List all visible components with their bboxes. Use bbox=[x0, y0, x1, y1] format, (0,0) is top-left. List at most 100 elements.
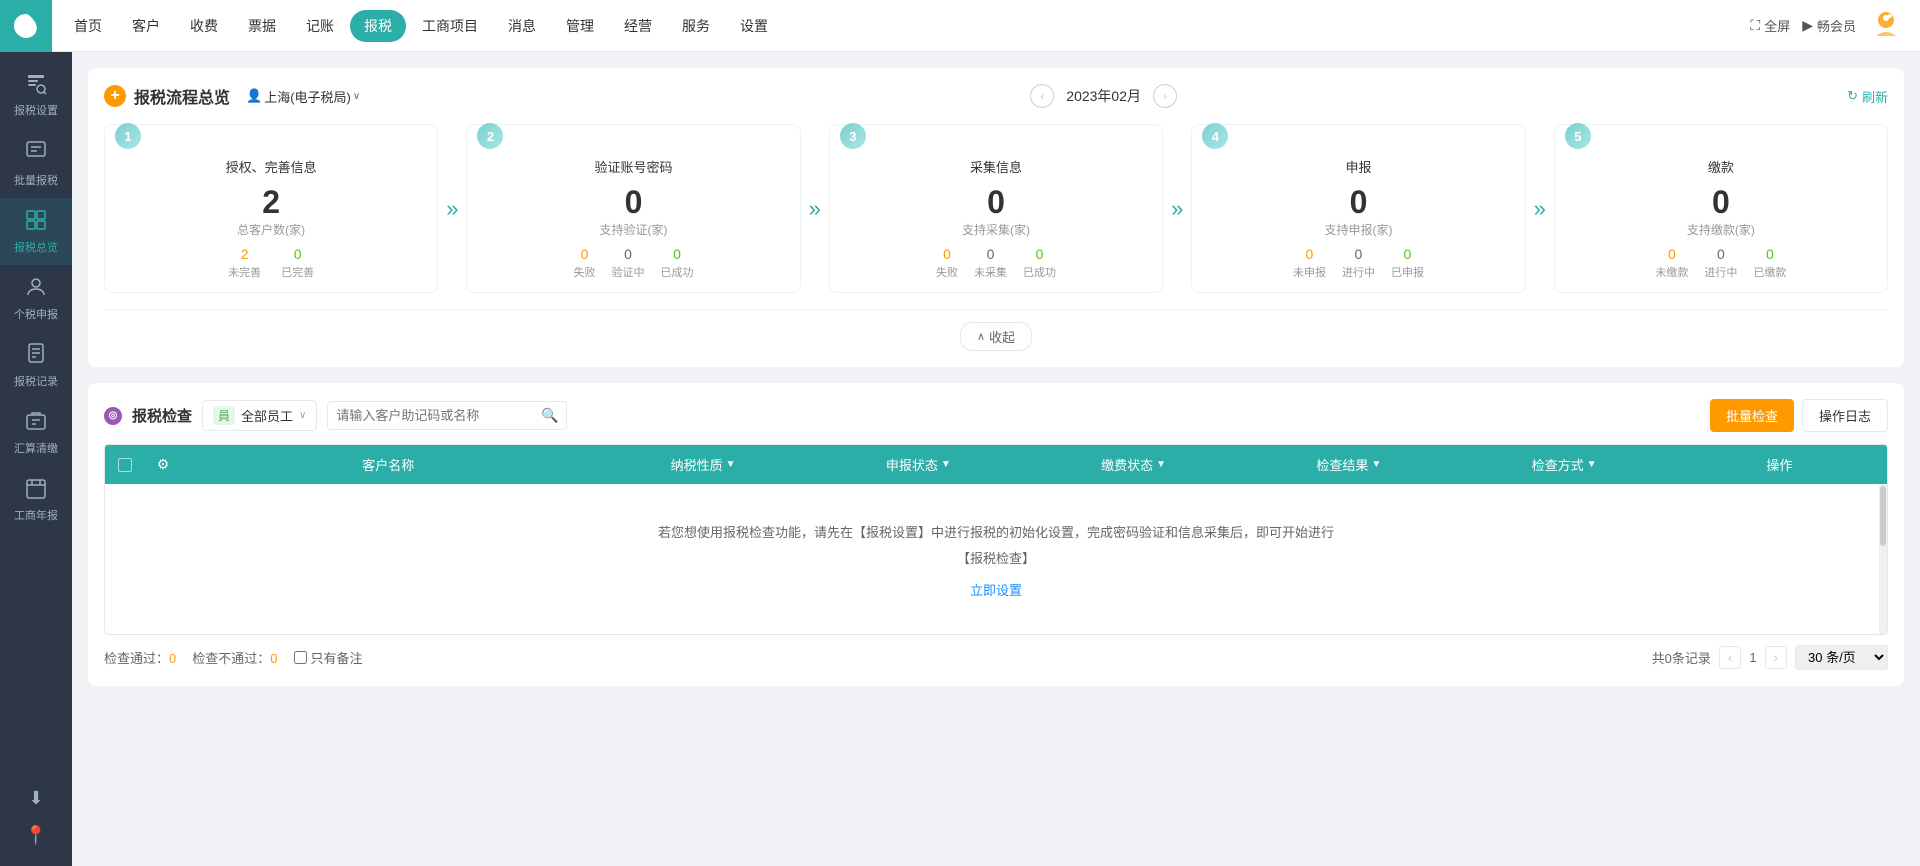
page-size-select[interactable]: 30 条/页50 条/页100 条/页 bbox=[1795, 645, 1888, 670]
step-5-stat-2: 0 已缴款 bbox=[1753, 246, 1786, 280]
step-3-count: 0 bbox=[842, 184, 1150, 221]
nav-item-client[interactable]: 客户 bbox=[118, 10, 174, 42]
nav-item-home[interactable]: 首页 bbox=[60, 10, 116, 42]
nav-item-bizproject[interactable]: 工商项目 bbox=[408, 10, 492, 42]
fail-count[interactable]: 0 bbox=[270, 651, 277, 666]
sidebar-item-clearance[interactable]: 汇算清缴 bbox=[0, 399, 72, 466]
step-num-1: 1 bbox=[115, 123, 141, 149]
current-month: 2023年02月 bbox=[1066, 86, 1141, 106]
th-tax-nature[interactable]: 纳税性质 ▼ bbox=[596, 445, 811, 484]
location-icon: 📍 bbox=[25, 825, 47, 846]
top-nav: 首页 客户 收费 票据 记账 报税 工商项目 消息 管理 经营 服务 设置 bbox=[52, 10, 1750, 42]
nav-item-settings[interactable]: 设置 bbox=[726, 10, 782, 42]
note-checkbox[interactable] bbox=[294, 651, 307, 664]
table-header: ⚙ 客户名称 纳税性质 ▼ 申报状态 ▼ 缴费状态 ▼ bbox=[105, 445, 1887, 484]
fullscreen-icon: ⛶ bbox=[1750, 17, 1760, 34]
process-overview-plus-icon: + bbox=[104, 85, 126, 107]
nav-item-bookkeeping[interactable]: 记账 bbox=[292, 10, 348, 42]
step-4-stat-2: 0 已申报 bbox=[1391, 246, 1424, 280]
sidebar: 报税设置 批量报税 报税总览 个税申报 报税记录 bbox=[0, 52, 72, 866]
nav-item-operation[interactable]: 经营 bbox=[610, 10, 666, 42]
step-4-stat-0: 0 未申报 bbox=[1293, 246, 1326, 280]
tax-record-icon bbox=[24, 342, 48, 369]
step-3-title: 采集信息 bbox=[842, 157, 1150, 176]
sidebar-label-annual-report: 工商年报 bbox=[14, 507, 58, 523]
personal-declaration-icon bbox=[24, 275, 48, 302]
th-declaration-status[interactable]: 申报状态 ▼ bbox=[811, 445, 1026, 484]
step-2-subtitle: 支持验证(家) bbox=[479, 221, 787, 238]
refresh-button[interactable]: ↻ 刷新 bbox=[1847, 87, 1888, 106]
nav-item-fee[interactable]: 收费 bbox=[176, 10, 232, 42]
nav-item-tax[interactable]: 报税 bbox=[350, 10, 406, 42]
step-3-stat-2: 0 已成功 bbox=[1023, 246, 1056, 280]
nav-item-message[interactable]: 消息 bbox=[494, 10, 550, 42]
table-empty-state: 若您想使用报税检查功能，请先在【报税设置】中进行报税的初始化设置，完成密码验证和… bbox=[105, 484, 1887, 634]
location-selector[interactable]: 👤 上海(电子税局) ∨ bbox=[246, 87, 360, 106]
step-2-stat-2: 0 已成功 bbox=[661, 246, 694, 280]
employee-filter[interactable]: 員 全部员工 ∨ bbox=[202, 400, 317, 431]
total-count: 共0条记录 bbox=[1652, 648, 1711, 667]
table-scroll-bar[interactable] bbox=[1879, 484, 1887, 634]
step-3-stat-1: 0 未采集 bbox=[974, 246, 1007, 280]
fullscreen-button[interactable]: ⛶ 全屏 bbox=[1750, 16, 1790, 35]
step-num-4: 4 bbox=[1202, 123, 1228, 149]
check-method-filter-icon: ▼ bbox=[1587, 459, 1597, 470]
th-customer-name: 客户名称 bbox=[181, 445, 596, 484]
th-payment-status[interactable]: 缴费状态 ▼ bbox=[1026, 445, 1241, 484]
logo[interactable] bbox=[0, 0, 52, 52]
member-button[interactable]: ▶ 畅会员 bbox=[1802, 16, 1856, 35]
check-result-filter-icon: ▼ bbox=[1371, 459, 1381, 470]
tax-nature-filter-icon: ▼ bbox=[726, 459, 736, 470]
avatar[interactable] bbox=[1868, 8, 1904, 44]
step-5-subtitle: 支持缴款(家) bbox=[1567, 221, 1875, 238]
step-2-count: 0 bbox=[479, 184, 787, 221]
next-month-button[interactable]: › bbox=[1153, 84, 1177, 108]
sidebar-item-tax-overview[interactable]: 报税总览 bbox=[0, 198, 72, 265]
th-check-result[interactable]: 检查结果 ▼ bbox=[1241, 445, 1456, 484]
sidebar-item-location[interactable]: 📍 bbox=[0, 817, 72, 854]
sidebar-item-tax-record[interactable]: 报税记录 bbox=[0, 332, 72, 399]
search-icon[interactable]: 🔍 bbox=[541, 407, 558, 424]
collapse-button[interactable]: ∧ 收起 bbox=[960, 322, 1032, 351]
search-input[interactable] bbox=[336, 408, 535, 423]
step-num-5: 5 bbox=[1565, 123, 1591, 149]
step-1-subtitle: 总客户数(家) bbox=[117, 221, 425, 238]
note-filter[interactable]: 只有备注 bbox=[294, 648, 363, 667]
step-2-title: 验证账号密码 bbox=[479, 157, 787, 176]
sidebar-item-annual-report[interactable]: 工商年报 bbox=[0, 466, 72, 533]
tax-settings-icon bbox=[22, 70, 50, 98]
settings-icon: ⚙ bbox=[157, 456, 170, 473]
sidebar-item-download[interactable]: ⬇ bbox=[0, 780, 72, 817]
step-4-subtitle: 支持申报(家) bbox=[1204, 221, 1512, 238]
process-step-3: 3 采集信息 0 支持采集(家) 0 失败 0 未采集 bbox=[829, 124, 1163, 293]
setup-link[interactable]: 立即设置 bbox=[970, 580, 1022, 599]
nav-item-management[interactable]: 管理 bbox=[552, 10, 608, 42]
prev-month-button[interactable]: ‹ bbox=[1030, 84, 1054, 108]
batch-check-button[interactable]: 批量检查 bbox=[1710, 399, 1794, 432]
sidebar-label-personal-declaration: 个税申报 bbox=[14, 306, 58, 322]
next-page-button[interactable]: › bbox=[1765, 646, 1787, 669]
clearance-icon bbox=[24, 409, 48, 436]
collapse-icon: ∧ bbox=[977, 330, 985, 343]
tax-check-title: 报税检查 bbox=[132, 405, 192, 426]
sidebar-label-tax-record: 报税记录 bbox=[14, 373, 58, 389]
sidebar-item-tax-settings[interactable]: 报税设置 bbox=[0, 60, 72, 128]
pass-count[interactable]: 0 bbox=[169, 651, 176, 666]
th-checkbox[interactable] bbox=[105, 445, 145, 484]
location-person-icon: 👤 bbox=[246, 88, 262, 104]
sidebar-item-personal-declaration[interactable]: 个税申报 bbox=[0, 265, 72, 332]
sidebar-item-batch-tax[interactable]: 批量报税 bbox=[0, 128, 72, 198]
operation-log-button[interactable]: 操作日志 bbox=[1802, 399, 1888, 432]
th-settings[interactable]: ⚙ bbox=[145, 445, 181, 484]
process-step-4: 4 申报 0 支持申报(家) 0 未申报 0 进行中 bbox=[1191, 124, 1525, 293]
step-1-stat-0-num: 2 bbox=[241, 246, 249, 262]
search-box[interactable]: 🔍 bbox=[327, 401, 567, 430]
nav-item-service[interactable]: 服务 bbox=[668, 10, 724, 42]
sidebar-label-tax-settings: 报税设置 bbox=[14, 102, 58, 118]
sidebar-label-batch-tax: 批量报税 bbox=[14, 172, 58, 188]
th-check-method[interactable]: 检查方式 ▼ bbox=[1457, 445, 1672, 484]
nav-item-invoice[interactable]: 票据 bbox=[234, 10, 290, 42]
prev-page-button[interactable]: ‹ bbox=[1719, 646, 1741, 669]
step-1-stat-0-label: 未完善 bbox=[228, 264, 261, 280]
step-2-stat-1: 0 验证中 bbox=[612, 246, 645, 280]
